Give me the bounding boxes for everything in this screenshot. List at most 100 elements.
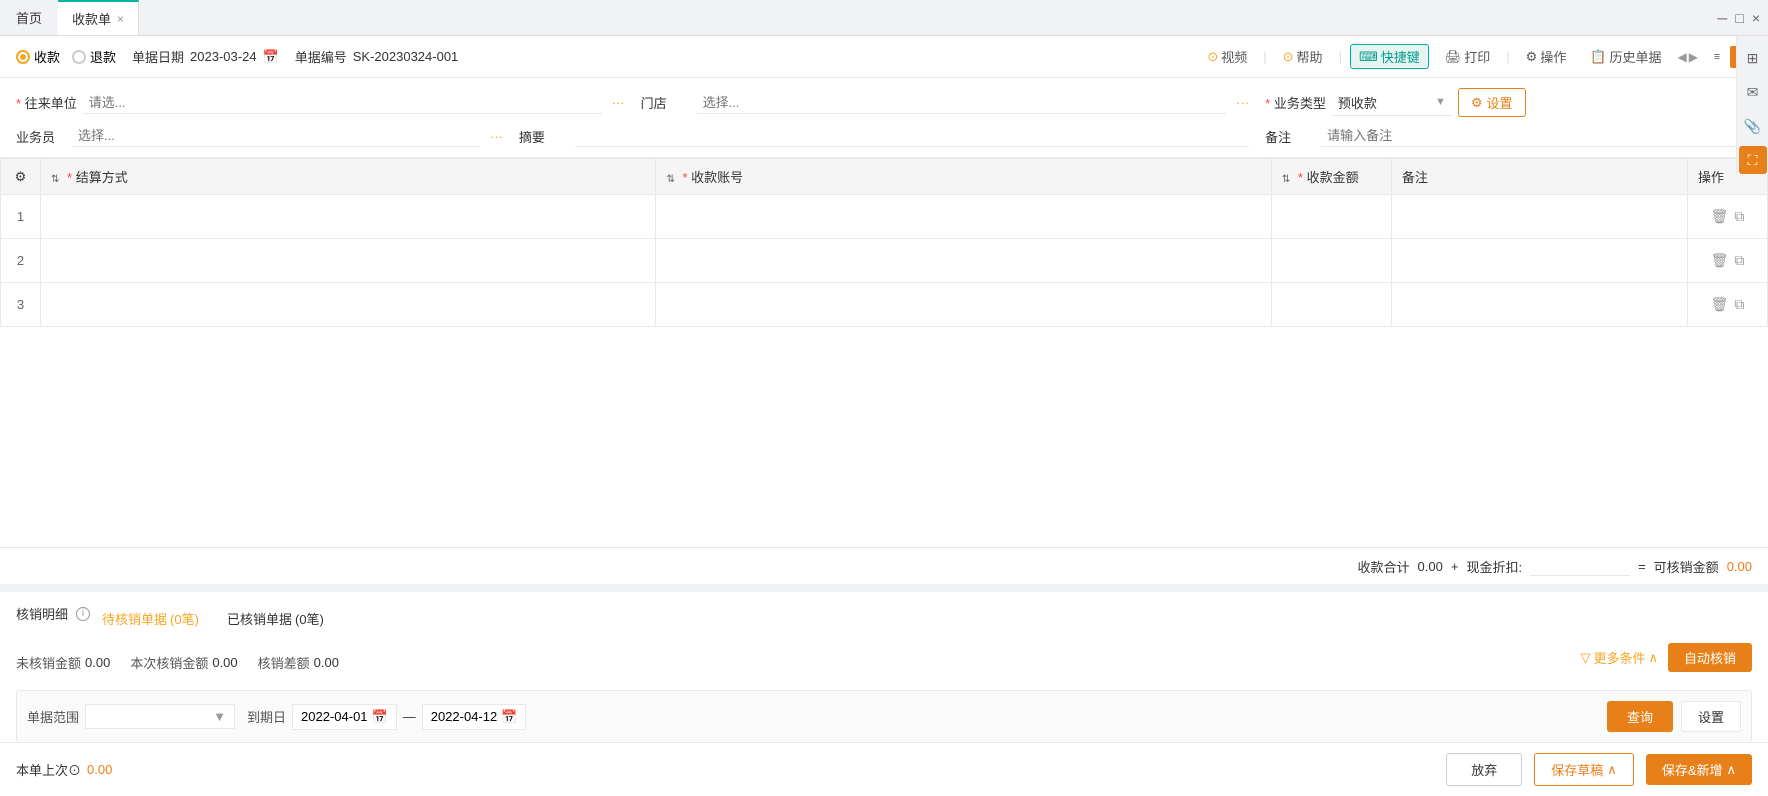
minimize-icon[interactable]: ─: [1717, 10, 1727, 26]
single-num-value[interactable]: SK-20230324-001: [353, 49, 459, 64]
shortcut-icon: ⌨: [1359, 49, 1378, 65]
maximize-icon[interactable]: □: [1735, 10, 1743, 26]
close-icon[interactable]: ×: [117, 12, 124, 26]
gear-icon: ⚙: [1471, 95, 1483, 111]
row-note-2[interactable]: [1391, 239, 1687, 283]
sidebar-clip-icon[interactable]: 📎: [1739, 112, 1767, 140]
form-section: * 往来单位 ··· 门店 ··· * 业务类型 预收款 ▼: [0, 78, 1768, 158]
due-from-input[interactable]: 2022-04-01 📅: [292, 704, 397, 730]
pending-tab[interactable]: 待核销单据 (0笔): [102, 607, 199, 630]
delete-icon-1[interactable]: 🗑: [1711, 208, 1729, 225]
sidebar-table-icon[interactable]: ⊞: [1739, 44, 1767, 72]
row-settlement-3[interactable]: [41, 283, 656, 327]
uncanceled-stat: 未核销金额 0.00: [16, 653, 110, 672]
copy-icon-3[interactable]: ⧉: [1734, 296, 1744, 313]
diff-value: 0.00: [314, 655, 339, 670]
form-row-1: * 往来单位 ··· 门店 ··· * 业务类型 预收款 ▼: [16, 88, 1752, 117]
data-table: ⚙ ⇅ * 结算方式 ⇅ * 收款账号 ⇅ * 收款: [0, 158, 1768, 327]
staff-ellipsis[interactable]: ···: [490, 129, 503, 144]
row-account-1[interactable]: [656, 195, 1271, 239]
gear-icon-header: ⚙: [15, 169, 27, 184]
row-amount-3[interactable]: [1271, 283, 1391, 327]
radio-label-tuikuan: 退款: [90, 47, 116, 66]
filter-settings-btn[interactable]: 设置: [1681, 701, 1741, 732]
col-settings-header[interactable]: ⚙: [1, 159, 41, 195]
prev-arrow[interactable]: ◀: [1678, 50, 1687, 64]
counterpart-ellipsis[interactable]: ···: [612, 95, 625, 110]
divider2: |: [1339, 49, 1342, 64]
delete-icon-2[interactable]: 🗑: [1711, 252, 1729, 269]
toolbar-right: ⊙ 视频 | ⊙ 帮助 | ⌨ 快捷键 🖨 打印 | ⚙ 操作: [1199, 44, 1752, 69]
summary-input[interactable]: [575, 125, 1249, 147]
diff-stat: 核销差额 0.00: [258, 653, 339, 672]
footer: 本单上次⊙ 0.00 放弃 保存草稿 ∧ 保存&新增 ∧: [0, 742, 1768, 796]
table-row: 3 🗑 ⧉: [1, 283, 1768, 327]
row-account-2[interactable]: [656, 239, 1271, 283]
delete-icon-3[interactable]: 🗑: [1711, 296, 1729, 313]
done-count: 0笔: [299, 612, 319, 627]
shop-label: 门店: [641, 93, 691, 112]
business-type-field: * 业务类型 预收款 ▼ ⚙ 设置: [1265, 88, 1752, 117]
row-amount-1[interactable]: [1271, 195, 1391, 239]
note-input[interactable]: [1321, 125, 1752, 147]
query-btn[interactable]: 查询: [1607, 701, 1673, 732]
next-arrow[interactable]: ▶: [1689, 50, 1698, 64]
history-label: 历史单据: [1610, 47, 1662, 66]
auto-btn[interactable]: 自动核销: [1668, 643, 1752, 672]
shop-input[interactable]: [697, 92, 1227, 114]
col-account-label: 收款账号: [691, 170, 743, 185]
copy-icon-2[interactable]: ⧉: [1734, 252, 1744, 269]
chevron-up-icon: ∧: [1648, 650, 1658, 666]
settings-btn[interactable]: ⚙ 设置: [1458, 88, 1526, 117]
table-header: ⚙ ⇅ * 结算方式 ⇅ * 收款账号 ⇅ * 收款: [1, 159, 1768, 195]
range-select[interactable]: ▼: [85, 704, 235, 729]
history-btn[interactable]: 📋 历史单据: [1582, 45, 1669, 68]
help-btn[interactable]: ⊙ 帮助: [1275, 45, 1331, 68]
draft-label: 保存草稿: [1551, 760, 1603, 779]
sidebar-screen-icon[interactable]: ⛶: [1739, 146, 1767, 174]
req-star: *: [67, 170, 72, 185]
business-type-select[interactable]: 预收款 ▼: [1332, 90, 1452, 116]
tab-active[interactable]: 收款单 ×: [58, 0, 139, 35]
save-arrow: ∧: [1726, 762, 1736, 778]
shortcut-btn[interactable]: ⌨ 快捷键: [1350, 44, 1429, 69]
more-conditions[interactable]: ▽ 更多条件 ∧: [1580, 648, 1658, 667]
verify-title-text: 核销明细: [16, 604, 68, 623]
radio-circle-shoukuan: [16, 50, 30, 64]
sort-icon-2: ⇅: [666, 174, 674, 185]
staff-input[interactable]: [72, 125, 480, 147]
radio-shoukuan[interactable]: 收款: [16, 47, 60, 66]
window-close-icon[interactable]: ×: [1752, 10, 1760, 26]
row-settlement-2[interactable]: [41, 239, 656, 283]
row-settlement-1[interactable]: [41, 195, 656, 239]
col-settlement-label: 结算方式: [76, 170, 128, 185]
cash-discount-input[interactable]: [1530, 556, 1630, 576]
video-btn[interactable]: ⊙ 视频: [1199, 45, 1255, 68]
counterpart-input[interactable]: [83, 92, 602, 114]
done-tab[interactable]: 已核销单据 (0笔): [227, 607, 324, 630]
single-date-value[interactable]: 2023-03-24: [190, 49, 257, 64]
sidebar-email-icon[interactable]: ✉: [1739, 78, 1767, 106]
print-btn[interactable]: 🖨 打印: [1437, 45, 1499, 68]
row-amount-2[interactable]: [1271, 239, 1391, 283]
copy-icon-1[interactable]: ⧉: [1734, 208, 1744, 225]
info-icon[interactable]: i: [76, 607, 90, 621]
tab-home[interactable]: 首页: [0, 0, 58, 35]
calendar-icon[interactable]: 📅: [263, 49, 279, 65]
due-to-input[interactable]: 2022-04-12 📅: [422, 704, 527, 730]
operation-btn[interactable]: ⚙ 操作: [1518, 45, 1575, 68]
abandon-btn[interactable]: 放弃: [1446, 753, 1522, 786]
verifiable-value: 0.00: [1727, 559, 1752, 574]
tab-home-label: 首页: [16, 8, 42, 27]
view-list-icon[interactable]: ≡: [1706, 46, 1728, 68]
row-account-3[interactable]: [656, 283, 1271, 327]
shop-ellipsis[interactable]: ···: [1236, 95, 1249, 110]
row-note-1[interactable]: [1391, 195, 1687, 239]
history-icon: 📋: [1590, 49, 1606, 65]
radio-tuikuan[interactable]: 退款: [72, 47, 116, 66]
row-note-3[interactable]: [1391, 283, 1687, 327]
draft-btn[interactable]: 保存草稿 ∧: [1534, 753, 1634, 786]
current-stat: 本次核销金额 0.00: [130, 653, 237, 672]
shortcut-label: 快捷键: [1381, 47, 1420, 66]
save-new-btn[interactable]: 保存&新增 ∧: [1646, 754, 1752, 785]
